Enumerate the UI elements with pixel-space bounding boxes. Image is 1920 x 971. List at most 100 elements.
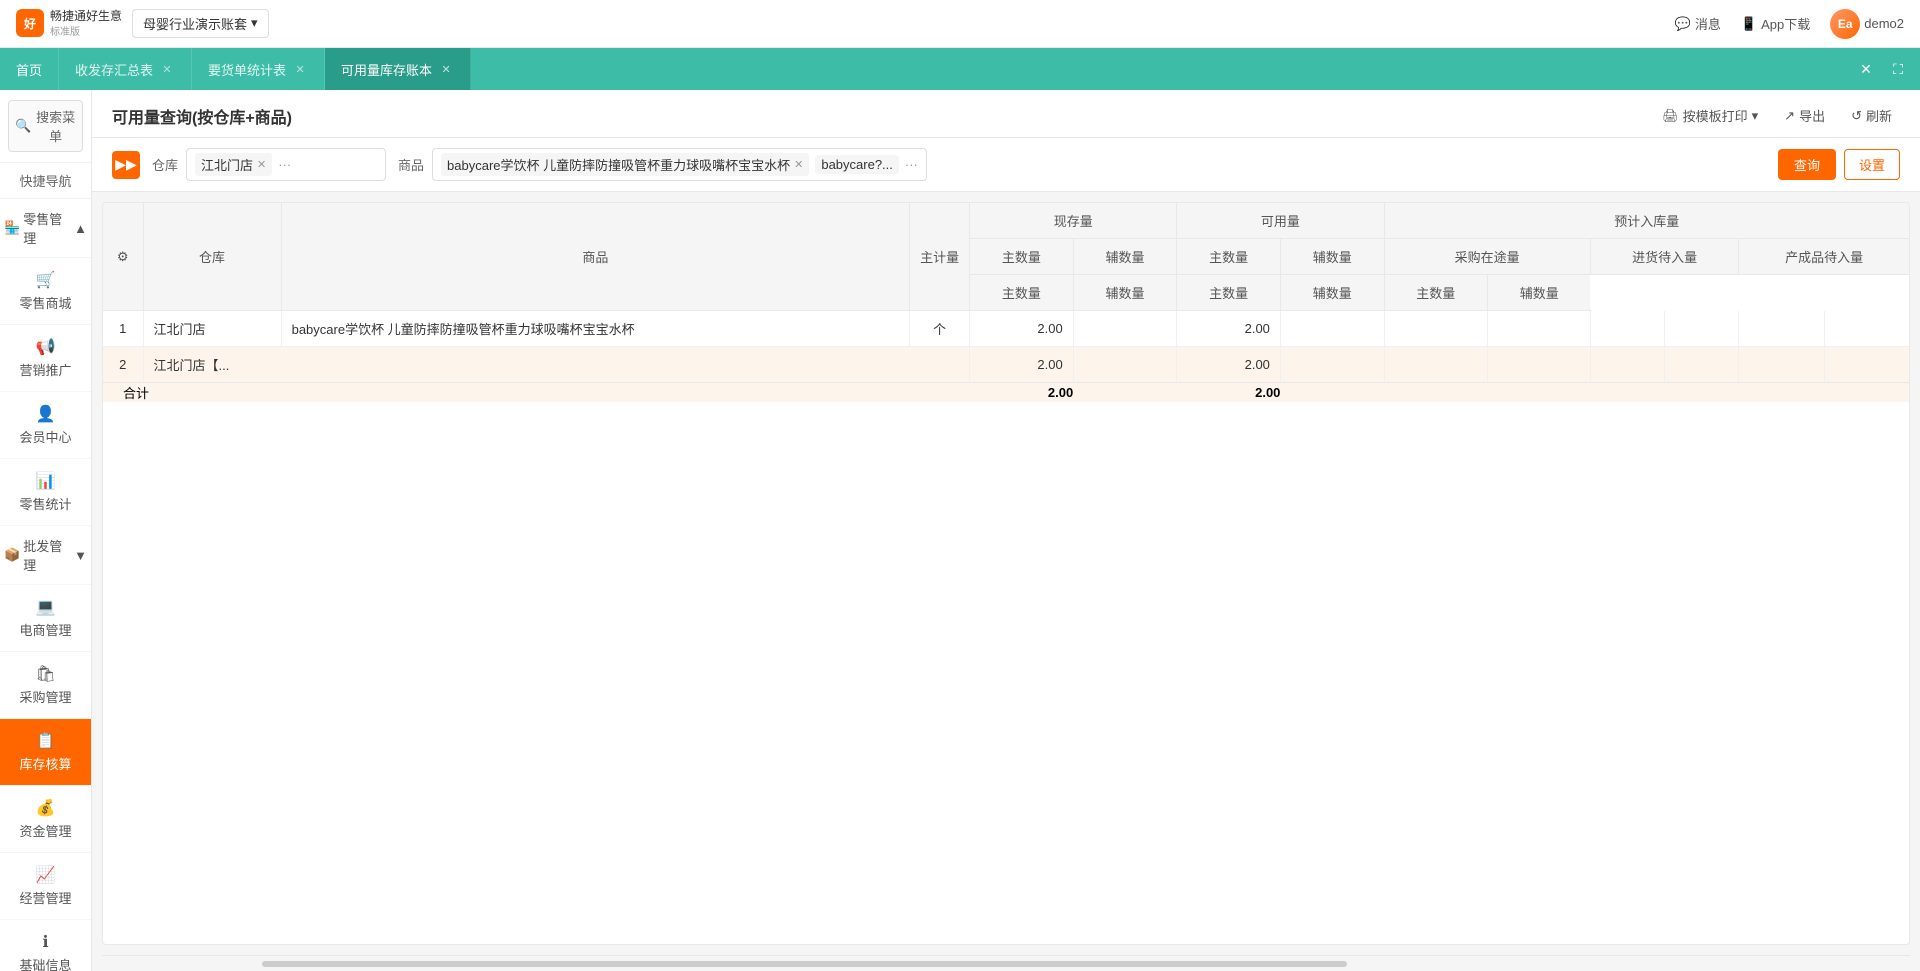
basic-icon: ℹ — [42, 932, 48, 952]
sidebar-item-member[interactable]: 👤 会员中心 — [0, 392, 91, 459]
td-incoming-main — [1590, 311, 1664, 347]
product-label: 商品 — [398, 155, 424, 174]
inventory-table: ⚙ 仓库 商品 主计量 现存量 可用量 预计入库量 主数量 辅数量 主数量 辅数… — [103, 203, 1909, 402]
sidebar-item-inventory[interactable]: 📋 库存核算 — [0, 719, 91, 786]
message-icon: 💬 — [1675, 16, 1691, 32]
message-btn[interactable]: 💬 消息 — [1675, 14, 1721, 33]
export-btn[interactable]: ↗ 导出 — [1776, 102, 1833, 129]
download-icon: 📱 — [1741, 16, 1757, 32]
th-incoming: 进货待入量 — [1590, 239, 1738, 275]
subtotal-avail-main: 2.00 — [1177, 347, 1281, 383]
avatar: Ea — [1830, 9, 1860, 39]
refresh-icon: ↺ — [1851, 108, 1862, 124]
sidebar-item-marketing[interactable]: 📢 营销推广 — [0, 325, 91, 392]
filter-actions: 查询 设置 — [1778, 149, 1900, 180]
subtotal-incoming-main — [1590, 347, 1664, 383]
query-btn[interactable]: 查询 — [1778, 149, 1836, 180]
td-unit: 个 — [910, 311, 970, 347]
available-label: 可用量库存账本 — [341, 60, 432, 79]
subtotal-purchase-aux — [1488, 347, 1591, 383]
warehouse-filter-group: 仓库 江北门店 ✕ ··· — [152, 148, 386, 181]
page-title: 可用量查询(按仓库+商品) — [112, 104, 292, 128]
setting-btn[interactable]: 设置 — [1844, 149, 1900, 180]
ecommerce-icon: 💻 — [36, 597, 56, 617]
sidebar-item-retail-mgmt[interactable]: 🏪 零售管理 ▲ — [0, 199, 91, 258]
total-p3 — [1590, 383, 1664, 403]
warehouse-tag: 江北门店 ✕ — [195, 153, 272, 176]
sidebar-item-finance[interactable]: 💰 资金管理 — [0, 786, 91, 853]
tab-order[interactable]: 要货单统计表 ✕ — [192, 48, 325, 90]
product-more-icon[interactable]: ··· — [905, 157, 918, 172]
th-avail-main: 主数量 — [1177, 239, 1281, 275]
refresh-btn[interactable]: ↺ 刷新 — [1843, 102, 1900, 129]
total-p2 — [1488, 383, 1591, 403]
sidebar-item-batch-mgmt[interactable]: 📦 批发管理 ▼ — [0, 526, 91, 585]
fullscreen-btn[interactable]: ⛶ — [1884, 55, 1912, 83]
total-p4 — [1665, 383, 1739, 403]
filter-expand-btn[interactable]: ▶▶ — [112, 151, 140, 179]
subtotal-stock-main: 2.00 — [970, 347, 1074, 383]
batch-icon: 📦 — [4, 547, 20, 563]
td-stock-aux — [1073, 311, 1177, 347]
tab-available[interactable]: 可用量库存账本 ✕ — [325, 48, 471, 90]
warehouse-label: 仓库 — [152, 155, 178, 174]
search-menu-btn[interactable]: 🔍 搜索菜单 — [8, 100, 83, 152]
receive-label: 收发存汇总表 — [75, 60, 153, 79]
page-header: 可用量查询(按仓库+商品) 🖨 按模板打印 ▾ ↗ 导出 ↺ 刷新 — [92, 90, 1920, 138]
app-download-btn[interactable]: 📱 App下载 — [1741, 14, 1810, 33]
th-purchase-transit: 采购在途量 — [1384, 239, 1590, 275]
sidebar-item-retail-mall[interactable]: 🛒 零售商城 — [0, 258, 91, 325]
th-avail-aux: 辅数量 — [1280, 239, 1384, 275]
product-tag-1-close[interactable]: ✕ — [794, 158, 803, 171]
arrow-icon: ▲ — [74, 221, 87, 236]
sidebar-item-ecommerce[interactable]: 💻 电商管理 — [0, 585, 91, 652]
th-stock-aux: 辅数量 — [1073, 239, 1177, 275]
industry-select[interactable]: 母婴行业演示账套 ▾ — [132, 9, 269, 38]
td-warehouse: 江北门店 — [143, 311, 281, 347]
user-area[interactable]: Ea demo2 — [1830, 9, 1904, 39]
th-stock: 现存量 — [970, 203, 1177, 239]
subtotal-num: 2 — [103, 347, 143, 383]
table-row: 1 江北门店 babycare学饮杯 儿童防摔防撞吸管杯重力球吸嘴杯宝宝水杯 个… — [103, 311, 1909, 347]
retail-mall-icon: 🛒 — [36, 270, 56, 290]
sidebar-nav-btn[interactable]: 快捷导航 — [0, 163, 91, 199]
warehouse-tag-close[interactable]: ✕ — [257, 158, 266, 171]
sidebar-item-retail-stats[interactable]: 📊 零售统计 — [0, 459, 91, 526]
tab-receive[interactable]: 收发存汇总表 ✕ — [59, 48, 192, 90]
horizontal-scrollbar[interactable] — [262, 961, 1347, 967]
close-all-btn[interactable]: ✕ — [1852, 55, 1880, 83]
member-icon: 👤 — [36, 404, 56, 424]
tab-home[interactable]: 首页 — [0, 48, 59, 90]
sidebar-item-purchase[interactable]: 🛍 采购管理 — [0, 652, 91, 719]
filter-bar: ▶▶ 仓库 江北门店 ✕ ··· 商品 babycare学饮杯 儿童防摔防撞吸管… — [92, 138, 1920, 192]
close-available-icon[interactable]: ✕ — [438, 61, 454, 77]
th-product-pending: 产成品待入量 — [1739, 239, 1909, 275]
close-order-icon[interactable]: ✕ — [292, 61, 308, 77]
sidebar-item-basic[interactable]: ℹ 基础信息 — [0, 920, 91, 971]
close-receive-icon[interactable]: ✕ — [159, 61, 175, 77]
th-available: 可用量 — [1177, 203, 1384, 239]
product-input[interactable]: babycare学饮杯 儿童防摔防撞吸管杯重力球吸嘴杯宝宝水杯 ✕ babyca… — [432, 148, 927, 181]
sidebar-item-operations[interactable]: 📈 经营管理 — [0, 853, 91, 920]
home-label: 首页 — [16, 60, 42, 79]
th-product: 商品 — [281, 203, 910, 311]
nav-tabs-right: ✕ ⛶ — [1852, 48, 1920, 90]
td-product-aux — [1825, 311, 1909, 347]
print-arrow-icon: ▾ — [1752, 108, 1759, 124]
th-settings[interactable]: ⚙ — [103, 203, 143, 311]
product-tag-1: babycare学饮杯 儿童防摔防撞吸管杯重力球吸嘴杯宝宝水杯 ✕ — [441, 153, 809, 176]
warehouse-more-icon[interactable]: ··· — [278, 157, 291, 172]
order-label: 要货单统计表 — [208, 60, 286, 79]
print-btn[interactable]: 🖨 按模板打印 ▾ — [1654, 102, 1766, 129]
th-stock-main: 主数量 — [970, 239, 1074, 275]
scrollbar-area — [102, 955, 1910, 971]
td-incoming-aux — [1665, 311, 1739, 347]
top-bar-right: 💬 消息 📱 App下载 Ea demo2 — [1675, 9, 1904, 39]
warehouse-input[interactable]: 江北门店 ✕ ··· — [186, 148, 386, 181]
logo-area: 好 畅捷通好生意 标准版 — [16, 9, 122, 38]
total-p1 — [1384, 383, 1488, 403]
table-container[interactable]: ⚙ 仓库 商品 主计量 现存量 可用量 预计入库量 主数量 辅数量 主数量 辅数… — [102, 202, 1910, 945]
td-stock-main: 2.00 — [970, 311, 1074, 347]
th-unit: 主计量 — [910, 203, 970, 311]
subtotal-stock-aux — [1073, 347, 1177, 383]
